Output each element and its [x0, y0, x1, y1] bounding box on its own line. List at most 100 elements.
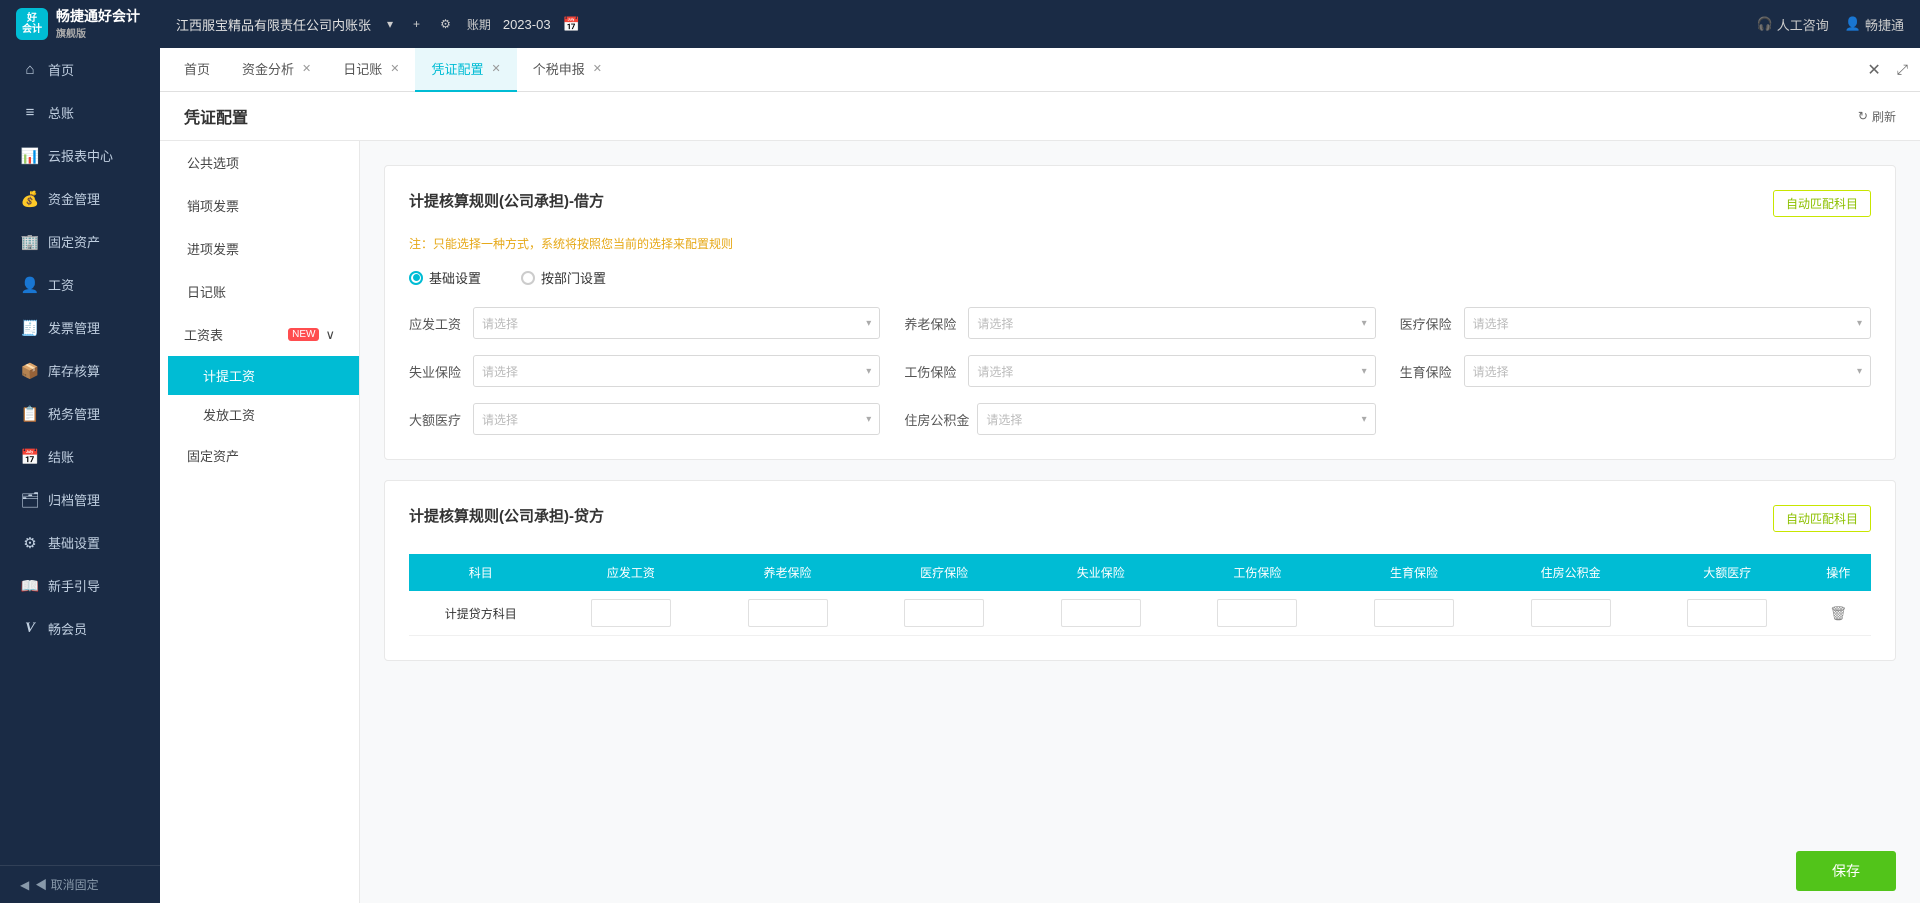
sidebar-item-home[interactable]: ⌂ 首页 [0, 48, 160, 91]
sidebar-item-guide[interactable]: 📖 新手引导 [0, 564, 160, 607]
add-btn[interactable]: + [409, 15, 424, 33]
placeholder-gross-salary: 请选择 [482, 315, 518, 332]
select-pension[interactable]: 请选择 ▾ [968, 307, 1375, 339]
content-area: 首页 资金分析 ✕ 日记账 ✕ 凭证配置 ✕ 个税申报 ✕ ✕ ⤢ [160, 48, 1920, 903]
input-gross-val[interactable] [591, 599, 671, 627]
select-maternity[interactable]: 请选择 ▾ [1464, 355, 1871, 387]
sidebar-item-funds[interactable]: 💰 资金管理 [0, 177, 160, 220]
sidebar-item-inventory[interactable]: 📦 库存核算 [0, 349, 160, 392]
sidebar-item-assets[interactable]: 🏢 固定资产 [0, 220, 160, 263]
calendar-icon[interactable]: 📅 [563, 16, 580, 33]
funds-icon: 💰 [20, 190, 40, 208]
credit-auto-match-btn[interactable]: 自动匹配科目 [1773, 505, 1871, 532]
tab-voucher-label: 凭证配置 [431, 59, 483, 78]
tab-home[interactable]: 首页 [168, 48, 226, 92]
tab-tax-close[interactable]: ✕ [593, 62, 602, 75]
app-name: 畅捷通好会计 [56, 8, 140, 25]
radio-dept-setting[interactable]: 按部门设置 [521, 268, 606, 287]
tab-capital-analysis[interactable]: 资金分析 ✕ [226, 48, 327, 92]
sidebar-item-salary[interactable]: 👤 工资 [0, 263, 160, 306]
tab-capital-close[interactable]: ✕ [302, 62, 311, 75]
sidebar-item-ledger[interactable]: ≡ 总账 [0, 91, 160, 134]
tab-voucher-config[interactable]: 凭证配置 ✕ [415, 48, 516, 92]
label-pension: 养老保险 [904, 314, 960, 333]
input-maternity-val[interactable] [1374, 599, 1454, 627]
sidebar-item-archive[interactable]: 🗂 归档管理 [0, 478, 160, 521]
chevron-housing-fund: ▾ [1362, 414, 1367, 425]
left-menu-item-payment[interactable]: 发放工资 [168, 395, 359, 434]
left-menu-item-fixed-assets[interactable]: 固定资产 [160, 434, 359, 477]
sidebar-item-settings[interactable]: ⚙ 基础设置 [0, 521, 160, 564]
radio-basic-setting[interactable]: 基础设置 [409, 268, 481, 287]
ledger-icon: ≡ [20, 104, 40, 121]
chevron-unemployment: ▾ [866, 366, 871, 377]
sidebar-item-reports[interactable]: 📊 云报表中心 [0, 134, 160, 177]
tab-expand-btn[interactable]: ⤢ [1893, 59, 1912, 80]
th-work-injury: 工伤保险 [1179, 554, 1336, 591]
headset-icon: 🎧 [1757, 16, 1773, 32]
tab-tax[interactable]: 个税申报 ✕ [517, 48, 618, 92]
sidebar-label-invoice: 发票管理 [48, 318, 100, 337]
debit-form-grid: 应发工资 请选择 ▾ 养老保险 请选择 ▾ [409, 307, 1871, 435]
tab-close-btn[interactable]: ✕ [1863, 58, 1884, 82]
sidebar-unpin-btn[interactable]: ◀ ◀ 取消固定 [0, 865, 160, 903]
select-work-injury[interactable]: 请选择 ▾ [968, 355, 1375, 387]
input-housing-val[interactable] [1531, 599, 1611, 627]
placeholder-large-medical: 请选择 [482, 411, 518, 428]
input-medical-val[interactable] [904, 599, 984, 627]
select-gross-salary[interactable]: 请选择 ▾ [473, 307, 880, 339]
select-medical[interactable]: 请选择 ▾ [1464, 307, 1871, 339]
sidebar-label-close: 结账 [48, 447, 74, 466]
sidebar-item-close[interactable]: 📅 结账 [0, 435, 160, 478]
sidebar-label-archive: 归档管理 [48, 490, 100, 509]
input-pension-val[interactable] [748, 599, 828, 627]
sidebar-label-salary: 工资 [48, 275, 74, 294]
radio-basic-label: 基础设置 [429, 268, 481, 287]
inventory-icon: 📦 [20, 362, 40, 380]
input-unemp-val[interactable] [1061, 599, 1141, 627]
delete-row-btn[interactable]: 🗑 [1829, 605, 1847, 622]
refresh-btn[interactable]: ↻ 刷新 [1858, 108, 1896, 125]
debit-section-note: 注：只能选择一种方式，系统将按照您当前的选择来配置规则 [409, 235, 1871, 252]
field-gross-salary: 应发工资 请选择 ▾ [409, 307, 880, 339]
assets-icon: 🏢 [20, 233, 40, 251]
select-housing-fund[interactable]: 请选择 ▾ [977, 403, 1375, 435]
debit-auto-match-btn[interactable]: 自动匹配科目 [1773, 190, 1871, 217]
company-name[interactable]: 江西服宝精品有限责任公司内账张 [176, 15, 371, 34]
tab-journal[interactable]: 日记账 ✕ [327, 48, 415, 92]
placeholder-unemployment: 请选择 [482, 363, 518, 380]
period-value[interactable]: 2023-03 [503, 17, 551, 32]
save-btn[interactable]: 保存 [1796, 851, 1896, 891]
customer-service-btn[interactable]: 🎧 人工咨询 [1757, 15, 1829, 34]
select-unemployment[interactable]: 请选择 ▾ [473, 355, 880, 387]
left-menu-item-sales-invoice[interactable]: 销项发票 [160, 184, 359, 227]
left-menu-item-accrual[interactable]: 计提工资 [168, 356, 359, 395]
left-menu-item-payroll-table[interactable]: 工资表 NEW ∨ [160, 313, 359, 356]
left-menu-item-journal[interactable]: 日记账 [160, 270, 359, 313]
user-avatar[interactable]: 👤 畅捷通 [1845, 15, 1904, 34]
sidebar-label-inventory: 库存核算 [48, 361, 100, 380]
td-maternity-val [1336, 591, 1493, 636]
input-injury-val[interactable] [1217, 599, 1297, 627]
sidebar-label-funds: 资金管理 [48, 189, 100, 208]
td-action: 🗑 [1806, 591, 1871, 636]
settings-btn[interactable]: ⚙ [436, 15, 455, 33]
tab-voucher-close[interactable]: ✕ [492, 62, 501, 75]
unpin-label: ◀ 取消固定 [35, 876, 98, 893]
invoice-icon: 🧾 [20, 319, 40, 337]
td-gross-val [553, 591, 710, 636]
field-pension: 养老保险 请选择 ▾ [904, 307, 1375, 339]
left-menu-item-public[interactable]: 公共选项 [160, 141, 359, 184]
inner-layout: 公共选项 销项发票 进项发票 日记账 工资表 NEW ∨ 计提工资 发放工资 固… [160, 141, 1920, 903]
sidebar-label-reports: 云报表中心 [48, 146, 113, 165]
input-large-med-val[interactable] [1687, 599, 1767, 627]
tab-journal-close[interactable]: ✕ [390, 62, 399, 75]
sidebar-item-tax[interactable]: 📋 税务管理 [0, 392, 160, 435]
select-large-medical[interactable]: 请选择 ▾ [473, 403, 880, 435]
company-dropdown-btn[interactable]: ▾ [383, 15, 397, 33]
sidebar-item-invoice[interactable]: 🧾 发票管理 [0, 306, 160, 349]
left-menu-item-purchase-invoice[interactable]: 进项发票 [160, 227, 359, 270]
placeholder-work-injury: 请选择 [977, 363, 1013, 380]
sidebar-label-tax: 税务管理 [48, 404, 100, 423]
sidebar-item-member[interactable]: V 畅会员 [0, 607, 160, 650]
